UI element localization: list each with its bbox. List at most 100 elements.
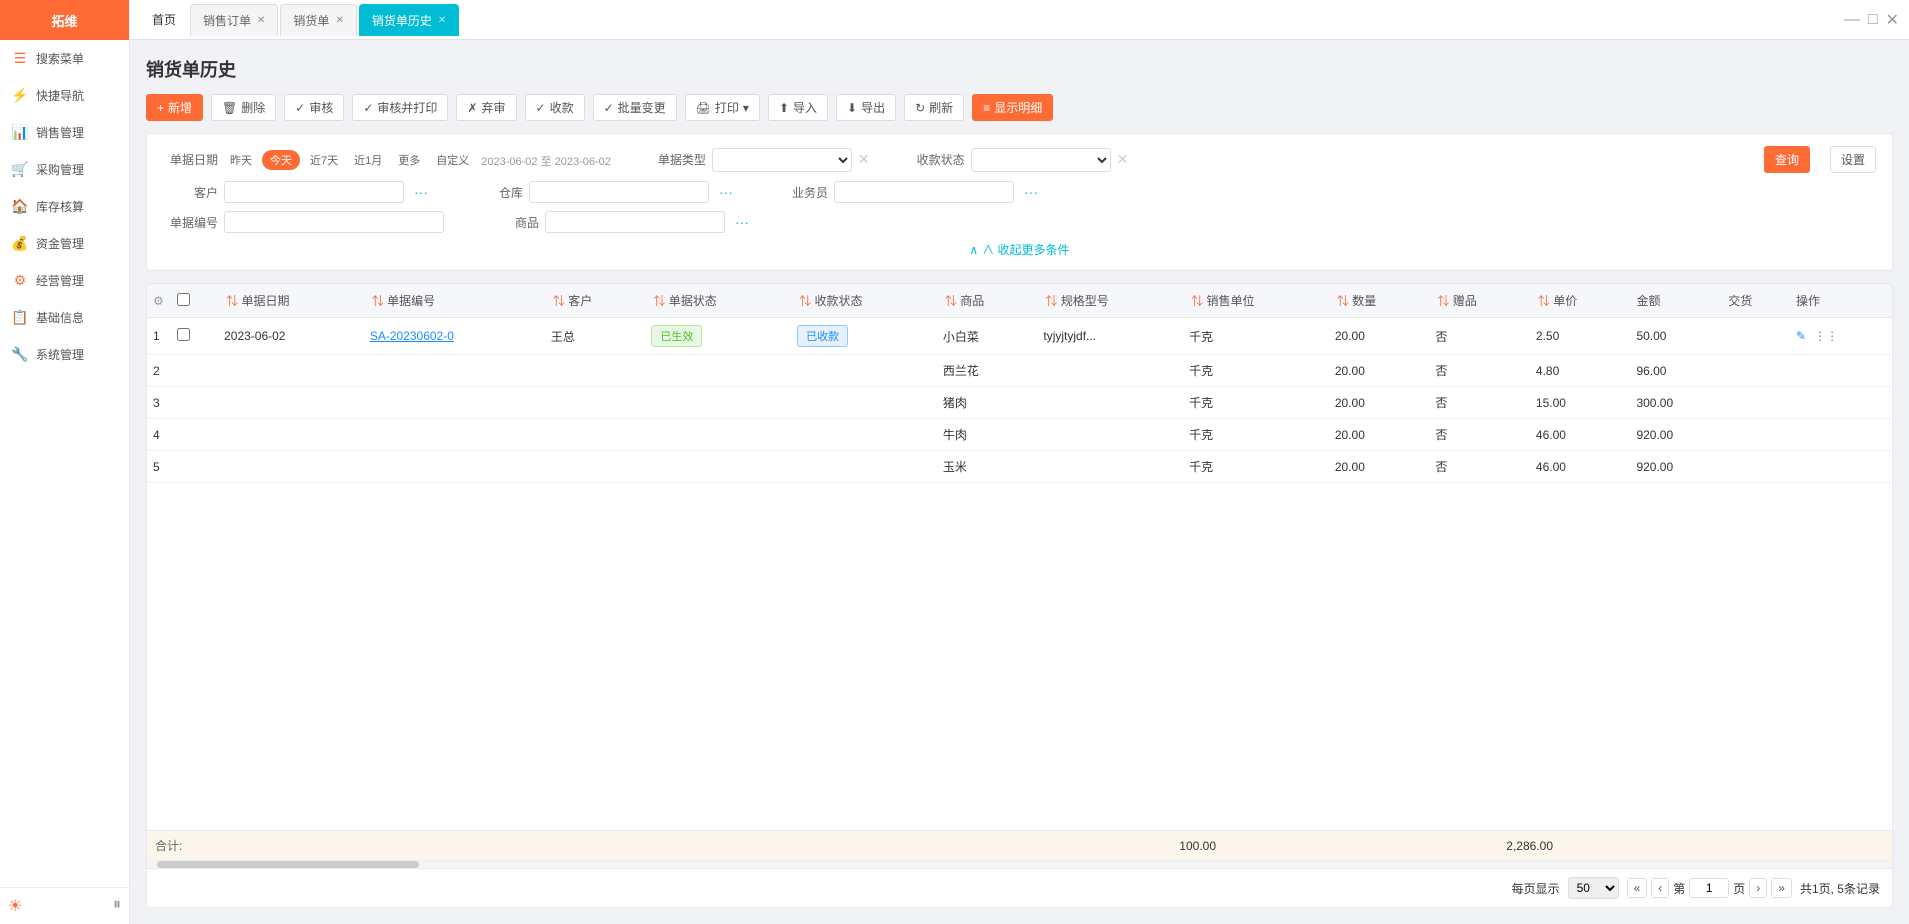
col-gift[interactable]: ⇅ 赠品 — [1429, 284, 1530, 318]
page-number-input[interactable] — [1689, 878, 1729, 898]
sidebar-item-ops-mgmt[interactable]: ⚙ 经营管理 — [0, 262, 129, 299]
doc-type-clear-icon[interactable]: ✕ — [858, 151, 870, 168]
row1-edit-icon[interactable]: ✎ — [1796, 329, 1806, 343]
filter-doc-date: 单据日期 昨天 今天 近7天 近1月 更多 自定义 2023-06-02 至 2… — [163, 150, 611, 170]
date-btn-custom[interactable]: 自定义 — [430, 150, 475, 170]
sidebar-item-funds-mgmt[interactable]: 💰 资金管理 — [0, 225, 129, 262]
sidebar-item-sales-mgmt[interactable]: 📊 销售管理 — [0, 114, 129, 151]
query-button[interactable]: 查询 — [1764, 146, 1810, 173]
sidebar-item-inventory[interactable]: 🏠 库存核算 — [0, 188, 129, 225]
close-window-icon[interactable]: ✕ — [1886, 10, 1899, 30]
sidebar-item-search-menu[interactable]: ☰ 搜索菜单 — [0, 40, 129, 77]
add-button[interactable]: + 新增 — [146, 94, 203, 121]
payment-status-clear-icon[interactable]: ✕ — [1117, 151, 1129, 168]
export-button[interactable]: ⬇ 导出 — [836, 94, 896, 121]
doc-no-input[interactable] — [224, 211, 444, 233]
date-btn-1month[interactable]: 近1月 — [348, 150, 388, 170]
goods-input[interactable] — [545, 211, 725, 233]
audit-print-button[interactable]: ✓ 审核并打印 — [352, 94, 448, 121]
sidebar-item-label: 经营管理 — [36, 272, 84, 289]
footer-total-amount: 2,286.00 — [1385, 839, 1560, 853]
print-icon: 🖨 — [696, 101, 711, 115]
salesperson-input[interactable] — [834, 181, 1014, 203]
date-btn-yesterday[interactable]: 昨天 — [224, 150, 258, 170]
col-goods[interactable]: ⇅ 商品 — [937, 284, 1038, 318]
scrollbar-thumb[interactable] — [157, 861, 419, 868]
doc-type-select[interactable] — [712, 148, 852, 172]
close-sales-history-tab[interactable]: ✕ — [438, 15, 446, 26]
last-page-button[interactable]: » — [1771, 878, 1792, 898]
audit-print-icon: ✓ — [363, 101, 373, 115]
date-btn-more[interactable]: 更多 — [392, 150, 426, 170]
maximize-icon[interactable]: □ — [1868, 11, 1878, 29]
col-doc-status[interactable]: ⇅ 单据状态 — [645, 284, 791, 318]
sidebar-item-sys-mgmt[interactable]: 🔧 系统管理 — [0, 336, 129, 373]
warehouse-ellipsis[interactable]: ··· — [719, 184, 733, 200]
col-customer[interactable]: ⇅ 客户 — [545, 284, 646, 318]
import-button[interactable]: ⬆ 导入 — [768, 94, 828, 121]
abandon-button[interactable]: ✗ 弃审 — [456, 94, 516, 121]
select-all-checkbox[interactable] — [177, 293, 190, 306]
col-payment-status[interactable]: ⇅ 收款状态 — [791, 284, 937, 318]
collapse-icon: ∧ — [969, 243, 978, 257]
tab-sales-goods[interactable]: 销货单 ✕ — [280, 4, 356, 36]
date-btn-7days[interactable]: 近7天 — [304, 150, 344, 170]
filter-goods: 商品 ··· — [484, 211, 749, 233]
payment-status-select[interactable] — [971, 148, 1111, 172]
close-sales-order-tab[interactable]: ✕ — [257, 15, 265, 26]
date-btn-today[interactable]: 今天 — [262, 150, 300, 170]
sidebar-bottom-icon1[interactable]: ☀ — [8, 896, 22, 916]
collapse-filter-button[interactable]: ∧ ∧ 收起更多条件 — [163, 241, 1876, 258]
batch-change-button[interactable]: ✓ 批量变更 — [593, 94, 677, 121]
minimize-icon[interactable]: — — [1844, 11, 1860, 29]
row1-more-icon[interactable]: ⋮⋮ — [1814, 329, 1838, 343]
sales-mgmt-icon: 📊 — [12, 125, 28, 141]
customer-ellipsis[interactable]: ··· — [414, 184, 428, 200]
row4-amount: 920.00 — [1630, 419, 1722, 451]
tab-home[interactable]: 首页 — [140, 4, 188, 36]
col-unit[interactable]: ⇅ 销售单位 — [1183, 284, 1329, 318]
print-button[interactable]: 🖨 打印 ▾ — [685, 94, 760, 121]
salesperson-ellipsis[interactable]: ··· — [1024, 184, 1038, 200]
row1-doc-no[interactable]: SA-20230602-0 — [364, 318, 545, 355]
col-unit-price[interactable]: ⇅ 单价 — [1530, 284, 1631, 318]
row1-checkbox[interactable] — [171, 318, 218, 355]
goods-ellipsis[interactable]: ··· — [735, 214, 749, 230]
delete-button[interactable]: 🗑 删除 — [211, 94, 276, 121]
collect-button[interactable]: ✓ 收款 — [525, 94, 585, 121]
tab-sales-order[interactable]: 销售订单 ✕ — [190, 4, 278, 36]
page-size-select[interactable]: 50 100 200 — [1568, 877, 1619, 899]
sidebar-bottom-icon2[interactable]: ⏸ — [113, 896, 121, 916]
col-spec[interactable]: ⇅ 规格型号 — [1037, 284, 1183, 318]
col-doc-date[interactable]: ⇅ 单据日期 — [218, 284, 364, 318]
audit-button[interactable]: ✓ 审核 — [284, 94, 344, 121]
sidebar-item-purchase-mgmt[interactable]: 🛒 采购管理 — [0, 151, 129, 188]
empty-space — [147, 483, 1892, 830]
tab-sales-history[interactable]: 销货单历史 ✕ — [359, 4, 459, 36]
filter-payment-status: 收款状态 ✕ — [910, 148, 1129, 172]
row5-unit: 千克 — [1183, 451, 1329, 483]
col-settings[interactable]: ⚙ — [147, 284, 171, 318]
horizontal-scrollbar[interactable] — [147, 860, 1892, 868]
prev-page-button[interactable]: ‹ — [1651, 878, 1669, 898]
warehouse-input[interactable] — [529, 181, 709, 203]
sidebar-item-basic-info[interactable]: 📋 基础信息 — [0, 299, 129, 336]
first-page-button[interactable]: « — [1627, 878, 1648, 898]
refresh-button[interactable]: ↻ 刷新 — [904, 94, 964, 121]
filter-warehouse: 仓库 ··· — [468, 181, 733, 203]
sidebar-item-label: 系统管理 — [36, 346, 84, 363]
footer-values: 100.00 2,286.00 — [235, 839, 1884, 853]
warehouse-label: 仓库 — [468, 184, 523, 201]
col-doc-no[interactable]: ⇅ 单据编号 — [364, 284, 545, 318]
col-qty[interactable]: ⇅ 数量 — [1329, 284, 1430, 318]
close-sales-goods-tab[interactable]: ✕ — [335, 15, 343, 26]
row4-unit-price: 46.00 — [1530, 419, 1631, 451]
show-detail-icon: ≡ — [983, 101, 990, 115]
settings-button[interactable]: 设置 — [1830, 146, 1876, 173]
customer-input[interactable] — [224, 181, 404, 203]
next-page-button[interactable]: › — [1749, 878, 1767, 898]
sidebar-item-quick-nav[interactable]: ⚡ 快捷导航 — [0, 77, 129, 114]
show-detail-button[interactable]: ≡ 显示明细 — [972, 94, 1053, 121]
filter-row-2: 客户 ··· 仓库 ··· 业务员 ··· — [163, 181, 1876, 203]
filter-area: 单据日期 昨天 今天 近7天 近1月 更多 自定义 2023-06-02 至 2… — [146, 133, 1893, 271]
